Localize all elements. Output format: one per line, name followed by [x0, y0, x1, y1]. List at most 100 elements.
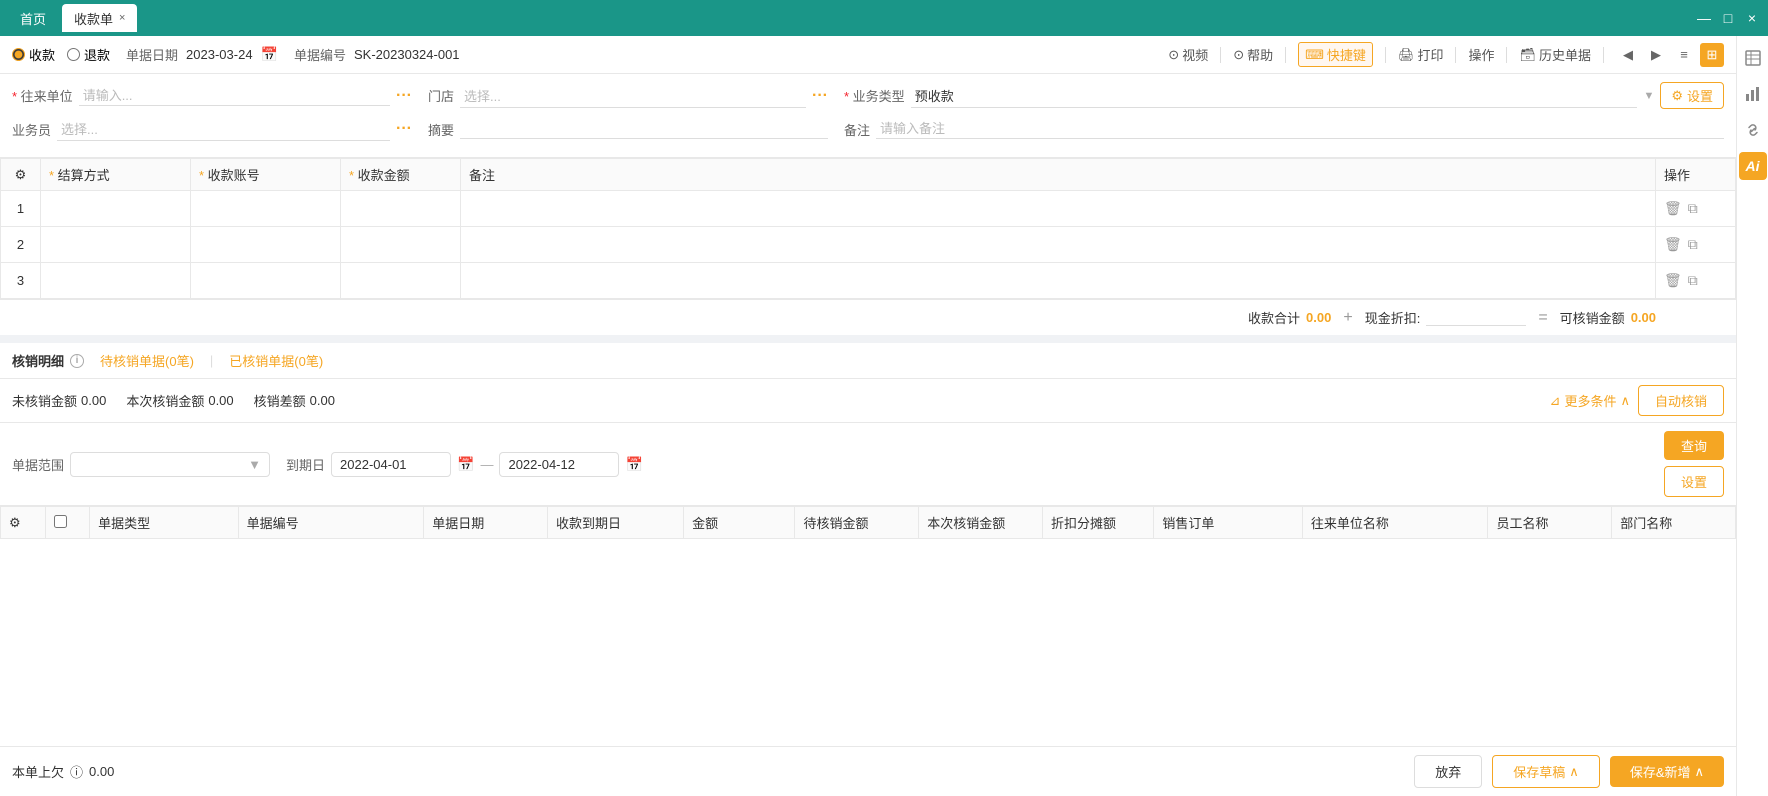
recon-gear-header[interactable]: ⚙ — [1, 507, 46, 539]
history-button[interactable]: 🗃 历史单据 — [1519, 45, 1591, 64]
help-label: 帮助 — [1247, 45, 1273, 64]
counterparty-more-button[interactable]: ··· — [396, 87, 412, 105]
account-cell-1[interactable] — [191, 191, 341, 227]
doc-range-select[interactable]: ▼ — [70, 452, 270, 477]
shop-select[interactable]: 选择... — [460, 84, 806, 108]
amount-cell-3[interactable] — [341, 263, 461, 299]
recon-info-icon[interactable]: i — [70, 354, 84, 368]
settle-cell-3[interactable] — [41, 263, 191, 299]
date-to-icon[interactable]: 📅 — [625, 456, 642, 473]
query-button[interactable]: 查询 — [1664, 431, 1724, 460]
current-stat: 本次核销金额 0.00 — [126, 391, 233, 410]
window-close-button[interactable]: × — [1744, 10, 1760, 26]
abandon-button[interactable]: 放弃 — [1414, 755, 1482, 788]
list-view-button[interactable]: ≡ — [1672, 43, 1696, 67]
pending-tab[interactable]: 待核销单据(0笔) — [100, 351, 194, 370]
staff-name-header: 员工名称 — [1488, 507, 1612, 539]
settle-cell-1[interactable] — [41, 191, 191, 227]
window-minimize-button[interactable]: — — [1696, 10, 1712, 26]
shop-label: 门店 — [428, 86, 454, 105]
table-row: 2 🗑 ⧉ — [1, 227, 1736, 263]
close-tab-button[interactable]: × — [119, 12, 125, 24]
oper-button[interactable]: 操作 — [1468, 45, 1494, 64]
shortcut-button[interactable]: ⌨ 快捷键 — [1298, 42, 1373, 67]
delete-icon-3[interactable]: 🗑 — [1664, 272, 1682, 289]
due-date-to-input[interactable] — [499, 452, 619, 477]
amount-cell-1[interactable] — [341, 191, 461, 227]
shop-more-button[interactable]: ··· — [812, 87, 828, 105]
history-label: 历史单据 — [1539, 45, 1591, 64]
toolbar-actions: ⊙ 视频 ⊙ 帮助 ⌨ 快捷键 🖨 打印 操作 — [1168, 42, 1724, 67]
home-tab[interactable]: 首页 — [8, 4, 58, 32]
staff-more-button[interactable]: ··· — [396, 120, 412, 138]
table-row: 1 🗑 ⧉ — [1, 191, 1736, 227]
biz-type-label: 业务类型 — [844, 86, 905, 105]
amount-cell-2[interactable] — [341, 227, 461, 263]
dept-name-header: 部门名称 — [1612, 507, 1736, 539]
recon-settings-button[interactable]: 设置 — [1664, 466, 1724, 497]
ai-label: Ai — [1746, 158, 1760, 174]
footer-actions: 放弃 保存草稿 ∧ 保存&新增 ∧ — [1414, 755, 1724, 788]
reconciliation-section: 核销明细 i 待核销单据(0笔) | 已核销单据(0笔) 未核销金额 0.00 … — [0, 343, 1736, 746]
summary-input[interactable] — [460, 119, 828, 139]
more-filter-button[interactable]: ⊿ 更多条件 ∧ — [1550, 391, 1630, 410]
save-new-button[interactable]: 保存&新增 ∧ — [1610, 756, 1724, 787]
help-button[interactable]: ⊙ 帮助 — [1233, 45, 1273, 64]
biz-type-select[interactable]: 预收款 — [911, 84, 1638, 108]
remark-cell-1[interactable] — [461, 191, 1656, 227]
due-date-from-input[interactable] — [331, 452, 451, 477]
biz-type-arrow-icon[interactable]: ▼ — [1643, 90, 1654, 102]
this-doc-info-icon[interactable]: ⓘ — [70, 762, 83, 781]
prev-button[interactable]: ◀ — [1616, 43, 1640, 67]
recon-checkbox-header[interactable] — [45, 507, 90, 539]
delete-icon-2[interactable]: 🗑 — [1664, 236, 1682, 253]
save-draft-button[interactable]: 保存草稿 ∧ — [1492, 755, 1600, 788]
sidebar-chart-icon[interactable] — [1739, 80, 1767, 108]
print-button[interactable]: 🖨 打印 — [1398, 45, 1444, 64]
delete-icon-1[interactable]: 🗑 — [1664, 200, 1682, 217]
counterparty-input[interactable] — [79, 86, 390, 106]
discount-label: 现金折扣: — [1365, 308, 1421, 327]
account-cell-3[interactable] — [191, 263, 341, 299]
equal-sign: = — [1538, 309, 1547, 327]
due-date-header: 收款到期日 — [547, 507, 683, 539]
grid-view-button[interactable]: ⊞ — [1700, 43, 1724, 67]
sidebar-link-icon[interactable] — [1739, 116, 1767, 144]
remark-cell-2[interactable] — [461, 227, 1656, 263]
sales-order-header: 销售订单 — [1154, 507, 1303, 539]
settle-cell-2[interactable] — [41, 227, 191, 263]
video-button[interactable]: ⊙ 视频 — [1168, 45, 1208, 64]
remark-cell-3[interactable] — [461, 263, 1656, 299]
active-tab[interactable]: 收款单 × — [62, 4, 137, 32]
gear-header-cell[interactable]: ⚙ — [1, 159, 41, 191]
next-button[interactable]: ▶ — [1644, 43, 1668, 67]
settings-button[interactable]: ⚙ 设置 — [1660, 82, 1724, 109]
doc-date-icon[interactable]: 📅 — [261, 46, 278, 63]
copy-icon-3[interactable]: ⧉ — [1688, 272, 1698, 289]
receive-radio[interactable]: 收款 — [12, 45, 55, 64]
tab-divider: | — [210, 353, 213, 368]
select-all-checkbox[interactable] — [54, 515, 67, 528]
more-filter-chevron: ∧ — [1620, 393, 1630, 409]
print-icon: 🖨 — [1398, 47, 1415, 63]
recon-table-wrapper[interactable]: ⚙ 单据类型 单据编号 单据日期 — [0, 506, 1736, 746]
summary-row: 收款合计 0.00 + 现金折扣: = 可核销金额 0.00 — [0, 299, 1736, 335]
refund-label: 退款 — [84, 45, 110, 64]
recon-table-header-row: ⚙ 单据类型 单据编号 单据日期 — [1, 507, 1736, 539]
discount-input[interactable] — [1426, 310, 1526, 326]
sidebar-table-icon[interactable] — [1739, 44, 1767, 72]
date-from-icon[interactable]: 📅 — [457, 456, 474, 473]
auto-recon-button[interactable]: 自动核销 — [1638, 385, 1724, 416]
copy-icon-1[interactable]: ⧉ — [1688, 200, 1698, 217]
sidebar-ai-icon[interactable]: Ai — [1739, 152, 1767, 180]
completed-tab[interactable]: 已核销单据(0笔) — [229, 351, 323, 370]
filter-icon: ⊿ — [1550, 393, 1561, 409]
refund-radio[interactable]: 退款 — [67, 45, 110, 64]
account-cell-2[interactable] — [191, 227, 341, 263]
doc-num-info: 单据编号 SK-20230324-001 — [294, 45, 460, 64]
copy-icon-2[interactable]: ⧉ — [1688, 236, 1698, 253]
staff-select[interactable]: 选择... — [57, 117, 390, 141]
window-maximize-button[interactable]: □ — [1720, 10, 1736, 26]
remark-input[interactable] — [876, 119, 1724, 139]
recon-title: 核销明细 i — [12, 351, 84, 370]
